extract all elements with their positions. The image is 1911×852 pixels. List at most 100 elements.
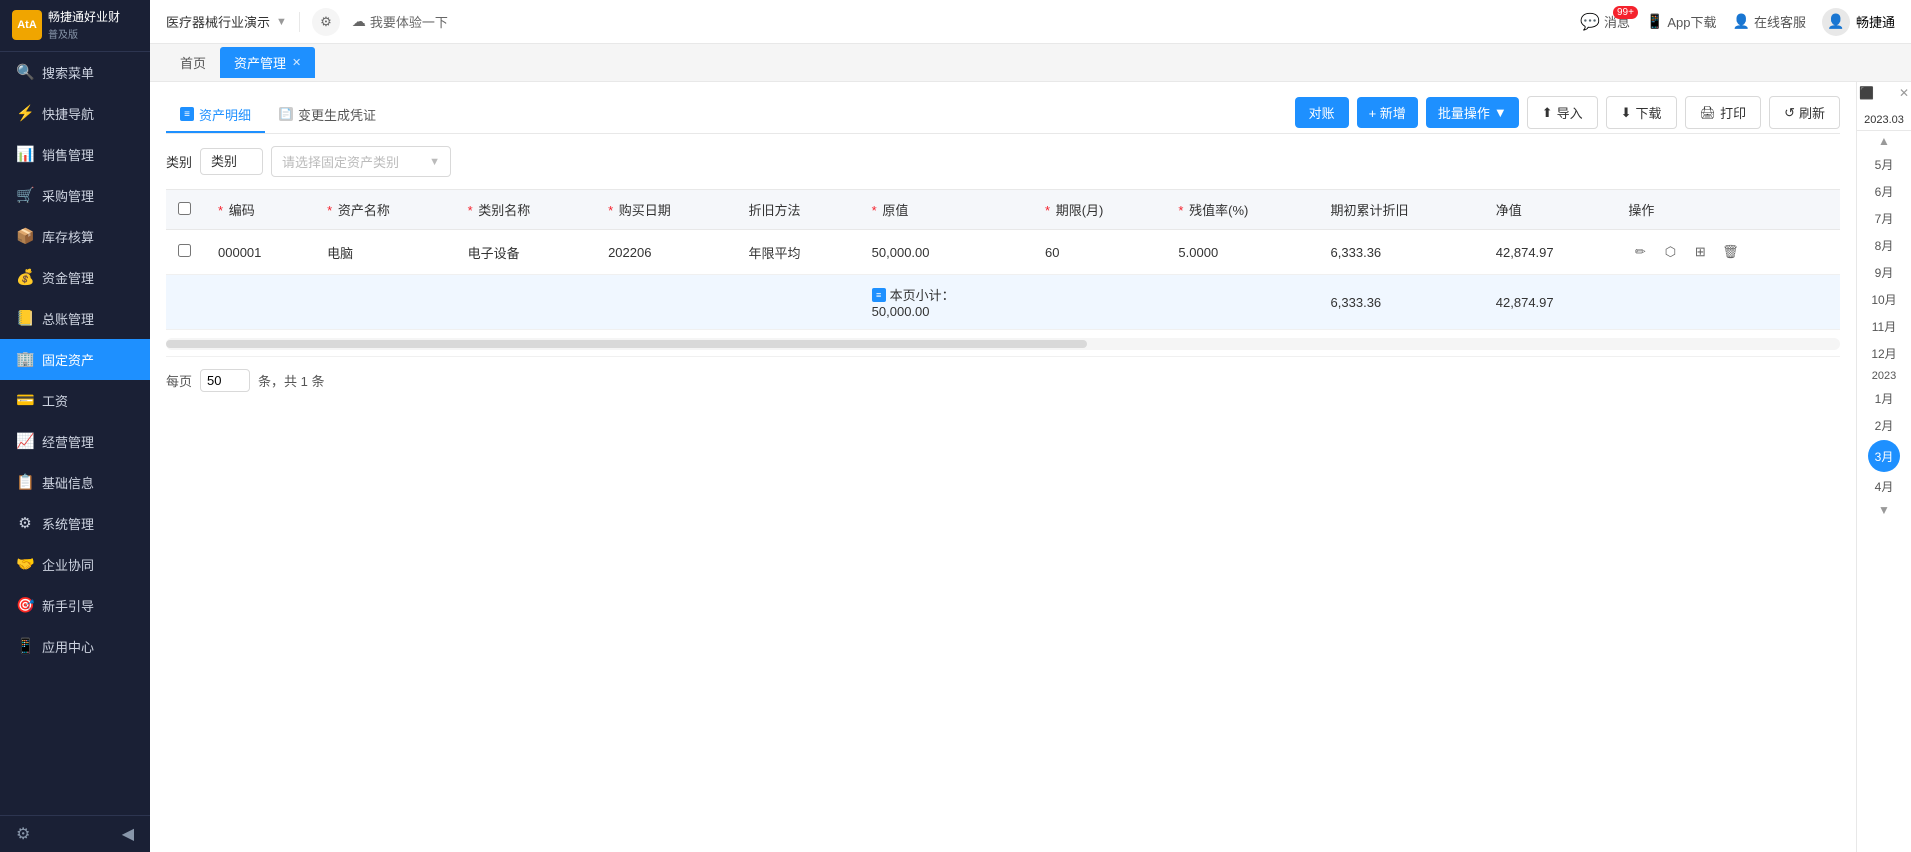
guide-icon: 🎯: [16, 596, 34, 614]
collapse-icon[interactable]: ◀: [122, 824, 134, 844]
sidebar-bottom: ⚙ ◀: [0, 815, 150, 852]
sidebar-item-label: 采购管理: [42, 186, 94, 205]
subtotal-label: ≡ 本页小计：: [872, 285, 1021, 304]
rs-month-2[interactable]: 2月: [1857, 412, 1911, 439]
sidebar-nav: 🔍 搜索菜单 ⚡ 快捷导航 📊 销售管理 🛒 采购管理 📦 库存核算 💰 资金管…: [0, 52, 150, 815]
filter-asset-type[interactable]: 请选择固定资产类别 ▼: [271, 146, 451, 177]
online-service-button[interactable]: 👤 在线客服: [1733, 12, 1806, 31]
sidebar-item-label: 资金管理: [42, 268, 94, 287]
rs-month-12[interactable]: 12月: [1857, 340, 1911, 367]
td-depreciation-method: 年限平均: [737, 230, 860, 275]
expand-icon[interactable]: ⬛: [1859, 86, 1874, 100]
td-checkbox: [166, 230, 206, 275]
app-download-button[interactable]: 📱 App下载: [1646, 12, 1717, 31]
tab-home[interactable]: 首页: [166, 47, 220, 78]
th-original-value: * 原值: [860, 190, 1033, 230]
tab-home-label: 首页: [180, 53, 206, 72]
rs-month-5[interactable]: 5月: [1857, 151, 1911, 178]
quick-nav-icon: ⚡: [16, 104, 34, 122]
payroll-icon: 💳: [16, 391, 34, 409]
add-new-button[interactable]: + 新增: [1357, 97, 1418, 128]
batch-ops-button[interactable]: 批量操作 ▼: [1426, 97, 1519, 128]
sidebar-item-operations[interactable]: 📈 经营管理: [0, 421, 150, 462]
fixed-assets-icon: 🏢: [16, 350, 34, 368]
search-icon: 🔍: [16, 63, 34, 81]
rs-month-11[interactable]: 11月: [1857, 313, 1911, 340]
sidebar-item-basic-info[interactable]: 📋 基础信息: [0, 462, 150, 503]
td-category: 电子设备: [456, 230, 596, 275]
content-area: ≡ 资产明细 📄 变更生成凭证 对账 + 新增 批量操作 ▼ ⬆: [150, 82, 1911, 852]
th-accumulated-depreciation: 期初累计折旧: [1319, 190, 1484, 230]
reconcile-button[interactable]: 对账: [1295, 97, 1349, 128]
td-subtotal-empty-2: [206, 275, 315, 330]
rs-month-3-active[interactable]: 3月: [1868, 440, 1900, 472]
user-menu[interactable]: 👤 畅捷通: [1822, 8, 1895, 36]
rs-month-4[interactable]: 4月: [1857, 473, 1911, 500]
sidebar-item-app-center[interactable]: 📱 应用中心: [0, 626, 150, 667]
rs-month-1[interactable]: 1月: [1857, 385, 1911, 412]
sidebar-logo: AtA 畅捷通好业财 普及版: [0, 0, 150, 52]
rs-scroll-down[interactable]: ▼: [1874, 500, 1894, 520]
tab-close-icon[interactable]: ✕: [292, 56, 301, 69]
page-size-select[interactable]: 50 20 100: [200, 369, 250, 392]
sidebar-item-enterprise[interactable]: 🤝 企业协同: [0, 544, 150, 585]
sidebar-item-search[interactable]: 🔍 搜索菜单: [0, 52, 150, 93]
download-label: 下载: [1636, 103, 1662, 122]
select-all-checkbox[interactable]: [178, 202, 191, 215]
rs-month-8[interactable]: 8月: [1857, 232, 1911, 259]
sidebar-item-label: 系统管理: [42, 514, 94, 533]
edit-icon[interactable]: ✏: [1628, 240, 1652, 264]
topbar-divider: [299, 12, 300, 32]
delete-icon[interactable]: 🗑: [1718, 240, 1742, 264]
rs-month-10[interactable]: 10月: [1857, 286, 1911, 313]
tab-asset-mgmt[interactable]: 资产管理 ✕: [220, 47, 315, 78]
more-icon[interactable]: ⊞: [1688, 240, 1712, 264]
sub-tab-asset-detail[interactable]: ≡ 资产明细: [166, 98, 265, 133]
row-checkbox[interactable]: [178, 244, 191, 257]
experience-link[interactable]: ☁ 我要体验一下: [352, 12, 448, 31]
th-name: * 资产名称: [315, 190, 455, 230]
copy-icon[interactable]: ⬡: [1658, 240, 1682, 264]
import-button[interactable]: ⬆ 导入: [1527, 96, 1598, 129]
table-header-row: * 编码 * 资产名称 * 类别名称: [166, 190, 1840, 230]
rs-year-text: 2023.03: [1864, 114, 1904, 126]
horizontal-scrollbar[interactable]: [166, 338, 1840, 350]
sidebar: AtA 畅捷通好业财 普及版 🔍 搜索菜单 ⚡ 快捷导航 📊 销售管理 🛒 采购…: [0, 0, 150, 852]
sidebar-item-guide[interactable]: 🎯 新手引导: [0, 585, 150, 626]
rs-scroll-up[interactable]: ▲: [1874, 131, 1894, 151]
sidebar-item-label: 经营管理: [42, 432, 94, 451]
th-checkbox: [166, 190, 206, 230]
company-selector[interactable]: 医疗器械行业演示 ▼: [166, 12, 287, 31]
sidebar-item-purchase[interactable]: 🛒 采购管理: [0, 175, 150, 216]
logo-sub: 普及版: [48, 26, 120, 41]
settings-icon[interactable]: ⚙: [16, 824, 30, 844]
rs-month-9[interactable]: 9月: [1857, 259, 1911, 286]
message-icon: 💬: [1580, 12, 1600, 32]
sidebar-item-inventory[interactable]: 📦 库存核算: [0, 216, 150, 257]
print-button[interactable]: 🖨 打印: [1685, 96, 1762, 129]
enterprise-icon: 🤝: [16, 555, 34, 573]
refresh-button[interactable]: ↺ 刷新: [1769, 96, 1840, 129]
sidebar-item-funds[interactable]: 💰 资金管理: [0, 257, 150, 298]
td-subtotal-accumulated: 6,333.36: [1319, 275, 1484, 330]
sidebar-item-label: 快捷导航: [42, 104, 94, 123]
company-name: 医疗器械行业演示: [166, 12, 270, 31]
filter-category-select[interactable]: 类别: [200, 148, 263, 175]
td-accumulated-depreciation: 6,333.36: [1319, 230, 1484, 275]
system-icon: ⚙: [16, 514, 34, 532]
sidebar-item-quick-nav[interactable]: ⚡ 快捷导航: [0, 93, 150, 134]
rs-month-6[interactable]: 6月: [1857, 178, 1911, 205]
message-button[interactable]: 💬 消息 99+: [1580, 12, 1630, 32]
sidebar-item-sales[interactable]: 📊 销售管理: [0, 134, 150, 175]
sidebar-item-payroll[interactable]: 💳 工资: [0, 380, 150, 421]
download-button[interactable]: ⬇ 下载: [1606, 96, 1677, 129]
user-icon: 👤: [1827, 13, 1844, 30]
rs-month-7[interactable]: 7月: [1857, 205, 1911, 232]
sidebar-item-system[interactable]: ⚙ 系统管理: [0, 503, 150, 544]
close-calendar-icon[interactable]: ✕: [1899, 86, 1909, 100]
td-purchase-date: 202206: [596, 230, 736, 275]
sub-tab-voucher[interactable]: 📄 变更生成凭证: [265, 98, 390, 133]
settings-button[interactable]: ⚙: [312, 8, 340, 36]
sidebar-item-ledger[interactable]: 📒 总账管理: [0, 298, 150, 339]
sidebar-item-fixed-assets[interactable]: 🏢 固定资产: [0, 339, 150, 380]
